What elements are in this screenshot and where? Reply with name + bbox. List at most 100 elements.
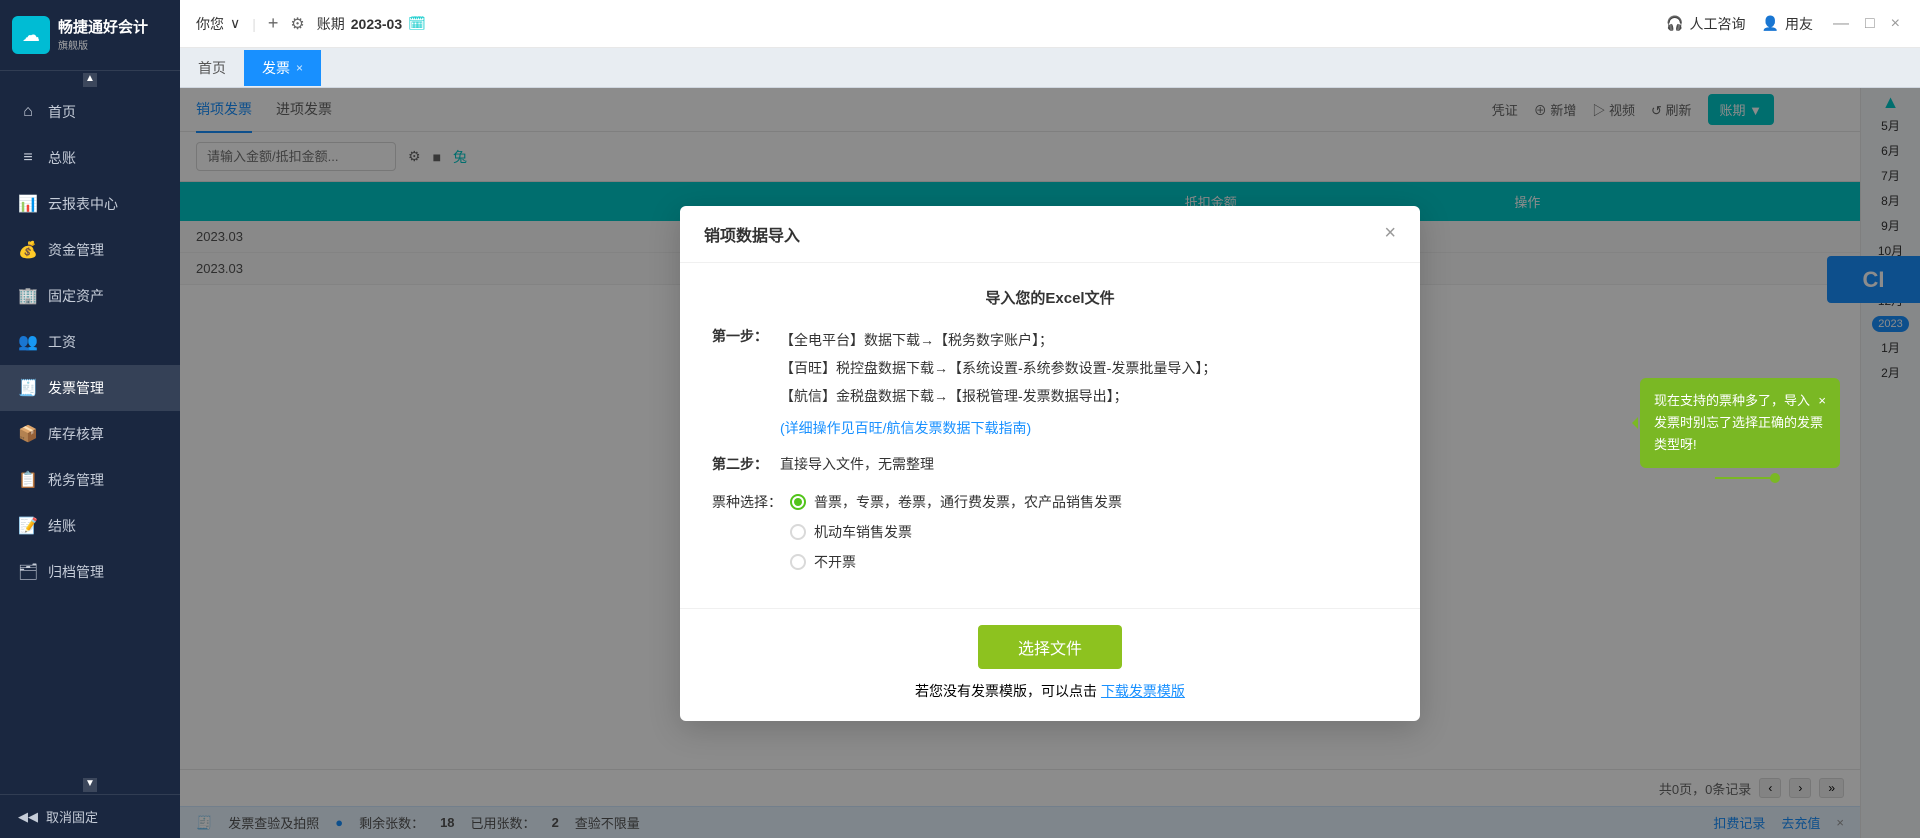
window-controls: — □ × bbox=[1829, 15, 1904, 33]
pin-label: 取消固定 bbox=[46, 807, 98, 826]
headset-icon: 🎧 bbox=[1666, 15, 1683, 32]
sidebar-item-home[interactable]: ⌂ 首页 bbox=[0, 89, 180, 135]
sidebar-item-tax[interactable]: 📋 税务管理 bbox=[0, 457, 180, 503]
radio-label-1: 机动车销售发票 bbox=[814, 522, 912, 542]
invoice-icon: 🧾 bbox=[18, 378, 38, 398]
topbar: 你您 ∨ | + ⚙ 账期 2023-03 🗓 🎧 人工咨询 👤 用友 bbox=[180, 0, 1920, 48]
sidebar-item-label: 库存核算 bbox=[48, 424, 104, 444]
payroll-icon: 👥 bbox=[18, 332, 38, 352]
sidebar-item-label: 固定资产 bbox=[48, 286, 104, 306]
sidebar-pin-toggle[interactable]: ◀◀ 取消固定 bbox=[0, 794, 180, 838]
logo-icon: ☁ bbox=[12, 16, 50, 54]
period-label: 账期 bbox=[317, 14, 345, 34]
user-icon: 👤 bbox=[1762, 15, 1779, 32]
sidebar-item-ledger[interactable]: ≡ 总账 bbox=[0, 135, 180, 181]
radio-item-1[interactable]: 机动车销售发票 bbox=[790, 522, 1122, 542]
sidebar-item-label: 归档管理 bbox=[48, 562, 104, 582]
add-button[interactable]: + bbox=[268, 13, 279, 34]
sidebar-item-label: 工资 bbox=[48, 332, 76, 352]
funds-icon: 💰 bbox=[18, 240, 38, 260]
logo-text: 畅捷通好会计 旗舰版 bbox=[58, 18, 148, 53]
modal-close-button[interactable]: × bbox=[1384, 222, 1396, 245]
user-label: 用友 bbox=[1785, 14, 1813, 34]
tooltip-text: 现在支持的票种多了，导入发票时别忘了选择正确的发票类型呀! bbox=[1654, 393, 1823, 452]
tab-bar: 首页 发票 × bbox=[180, 48, 1920, 88]
download-text: 若您没有发票模版，可以点击 bbox=[915, 683, 1097, 699]
radio-circle-2[interactable] bbox=[790, 554, 806, 570]
tab-invoice[interactable]: 发票 × bbox=[244, 50, 321, 86]
window-close-button[interactable]: × bbox=[1887, 15, 1904, 33]
tab-home-label: 首页 bbox=[198, 58, 226, 78]
sidebar-item-inventory[interactable]: 📦 库存核算 bbox=[0, 411, 180, 457]
modal-overlay: 销项数据导入 × 导入您的Excel文件 第一步： 【全电平台】数据下载→【税务… bbox=[180, 88, 1920, 838]
radio-label-2: 不开票 bbox=[814, 552, 856, 572]
step1-row: 第一步： 【全电平台】数据下载→【税务数字账户】； 【百旺】税控盘数据下载→【系… bbox=[712, 326, 1388, 442]
sidebar-item-payroll[interactable]: 👥 工资 bbox=[0, 319, 180, 365]
chevron-down-icon: ∨ bbox=[230, 15, 240, 32]
sidebar-item-label: 税务管理 bbox=[48, 470, 104, 490]
radio-item-0[interactable]: 普票，专票，卷票，通行费发票，农产品销售发票 bbox=[790, 492, 1122, 512]
radio-circle-1[interactable] bbox=[790, 524, 806, 540]
tooltip-endpoint-dot bbox=[1770, 473, 1780, 483]
assets-icon: 🏢 bbox=[18, 286, 38, 306]
import-modal: 销项数据导入 × 导入您的Excel文件 第一步： 【全电平台】数据下载→【税务… bbox=[680, 206, 1420, 721]
sidebar-item-archive[interactable]: 🗂 归档管理 bbox=[0, 549, 180, 595]
tooltip-connector-line bbox=[1715, 477, 1775, 479]
topbar-right: 🎧 人工咨询 👤 用友 — □ × bbox=[1666, 14, 1904, 34]
radio-label-0: 普票，专票，卷票，通行费发票，农产品销售发票 bbox=[814, 492, 1122, 512]
sidebar-item-assets[interactable]: 🏢 固定资产 bbox=[0, 273, 180, 319]
tooltip-close-btn[interactable]: × bbox=[1818, 390, 1826, 412]
tab-invoice-label: 发票 bbox=[262, 58, 290, 78]
sidebar-logo: ☁ 畅捷通好会计 旗舰版 bbox=[0, 0, 180, 71]
step2-label: 第二步： bbox=[712, 454, 768, 474]
step1-line-1: 【全电平台】数据下载→【税务数字账户】； bbox=[780, 326, 1388, 354]
pin-icon: ◀◀ bbox=[18, 809, 38, 825]
modal-section-title: 导入您的Excel文件 bbox=[712, 287, 1388, 308]
sidebar-item-closing[interactable]: 📝 结账 bbox=[0, 503, 180, 549]
main-area: 你您 ∨ | + ⚙ 账期 2023-03 🗓 🎧 人工咨询 👤 用友 bbox=[180, 0, 1920, 838]
tax-icon: 📋 bbox=[18, 470, 38, 490]
download-template-row: 若您没有发票模版，可以点击 下载发票模版 bbox=[915, 681, 1185, 701]
step1-guide-link[interactable]: (详细操作见百旺/航信发票数据下载指南) bbox=[780, 420, 1031, 436]
gear-icon[interactable]: ⚙ bbox=[290, 14, 304, 34]
sidebar-item-funds[interactable]: 💰 资金管理 bbox=[0, 227, 180, 273]
scroll-down-btn[interactable]: ▼ bbox=[83, 778, 97, 792]
tab-close-icon[interactable]: × bbox=[296, 61, 303, 75]
modal-body: 导入您的Excel文件 第一步： 【全电平台】数据下载→【税务数字账户】； 【百… bbox=[680, 263, 1420, 608]
company-selector[interactable]: 你您 ∨ bbox=[196, 14, 240, 34]
sidebar-item-label: 资金管理 bbox=[48, 240, 104, 260]
maximize-button[interactable]: □ bbox=[1861, 15, 1879, 33]
tab-home[interactable]: 首页 bbox=[180, 50, 244, 86]
company-name: 你您 bbox=[196, 14, 224, 34]
user-menu[interactable]: 👤 用友 bbox=[1762, 14, 1813, 34]
reports-icon: 📊 bbox=[18, 194, 38, 214]
step2-text: 直接导入文件，无需整理 bbox=[780, 454, 934, 474]
radio-group: 普票，专票，卷票，通行费发票，农产品销售发票 机动车销售发票 不开票 bbox=[790, 492, 1122, 572]
step1-line-2: 【百旺】税控盘数据下载→【系统设置-系统参数设置-发票批量导入】； bbox=[780, 354, 1388, 382]
radio-item-2[interactable]: 不开票 bbox=[790, 552, 1122, 572]
select-file-button[interactable]: 选择文件 bbox=[978, 625, 1122, 669]
sidebar-item-reports[interactable]: 📊 云报表中心 bbox=[0, 181, 180, 227]
radio-circle-0[interactable] bbox=[790, 494, 806, 510]
sidebar-item-label: 结账 bbox=[48, 516, 76, 536]
consult-button[interactable]: 🎧 人工咨询 bbox=[1666, 14, 1745, 34]
inventory-icon: 📦 bbox=[18, 424, 38, 444]
modal-header: 销项数据导入 × bbox=[680, 206, 1420, 263]
sidebar: ☁ 畅捷通好会计 旗舰版 ▲ ⌂ 首页 ≡ 总账 📊 云报表中心 💰 bbox=[0, 0, 180, 838]
sidebar-item-label: 云报表中心 bbox=[48, 194, 118, 214]
scroll-up-btn[interactable]: ▲ bbox=[83, 73, 97, 87]
topbar-divider: | bbox=[252, 16, 256, 32]
minimize-button[interactable]: — bbox=[1829, 15, 1853, 33]
ledger-icon: ≡ bbox=[18, 149, 38, 167]
tooltip-bubble: × 现在支持的票种多了，导入发票时别忘了选择正确的发票类型呀! bbox=[1640, 378, 1840, 468]
modal-title: 销项数据导入 bbox=[704, 222, 800, 246]
modal-footer: 选择文件 若您没有发票模版，可以点击 下载发票模版 bbox=[680, 608, 1420, 721]
home-icon: ⌂ bbox=[18, 103, 38, 121]
step1-content: 【全电平台】数据下载→【税务数字账户】； 【百旺】税控盘数据下载→【系统设置-系… bbox=[780, 326, 1388, 442]
period-selector[interactable]: 账期 2023-03 🗓 bbox=[317, 14, 426, 34]
sidebar-item-label: 首页 bbox=[48, 102, 76, 122]
download-template-link[interactable]: 下载发票模版 bbox=[1101, 683, 1185, 699]
ticket-label: 票种选择： bbox=[712, 492, 782, 512]
sidebar-item-invoice[interactable]: 🧾 发票管理 bbox=[0, 365, 180, 411]
ticket-label-row: 票种选择： 普票，专票，卷票，通行费发票，农产品销售发票 机动车销售发票 bbox=[712, 492, 1388, 572]
